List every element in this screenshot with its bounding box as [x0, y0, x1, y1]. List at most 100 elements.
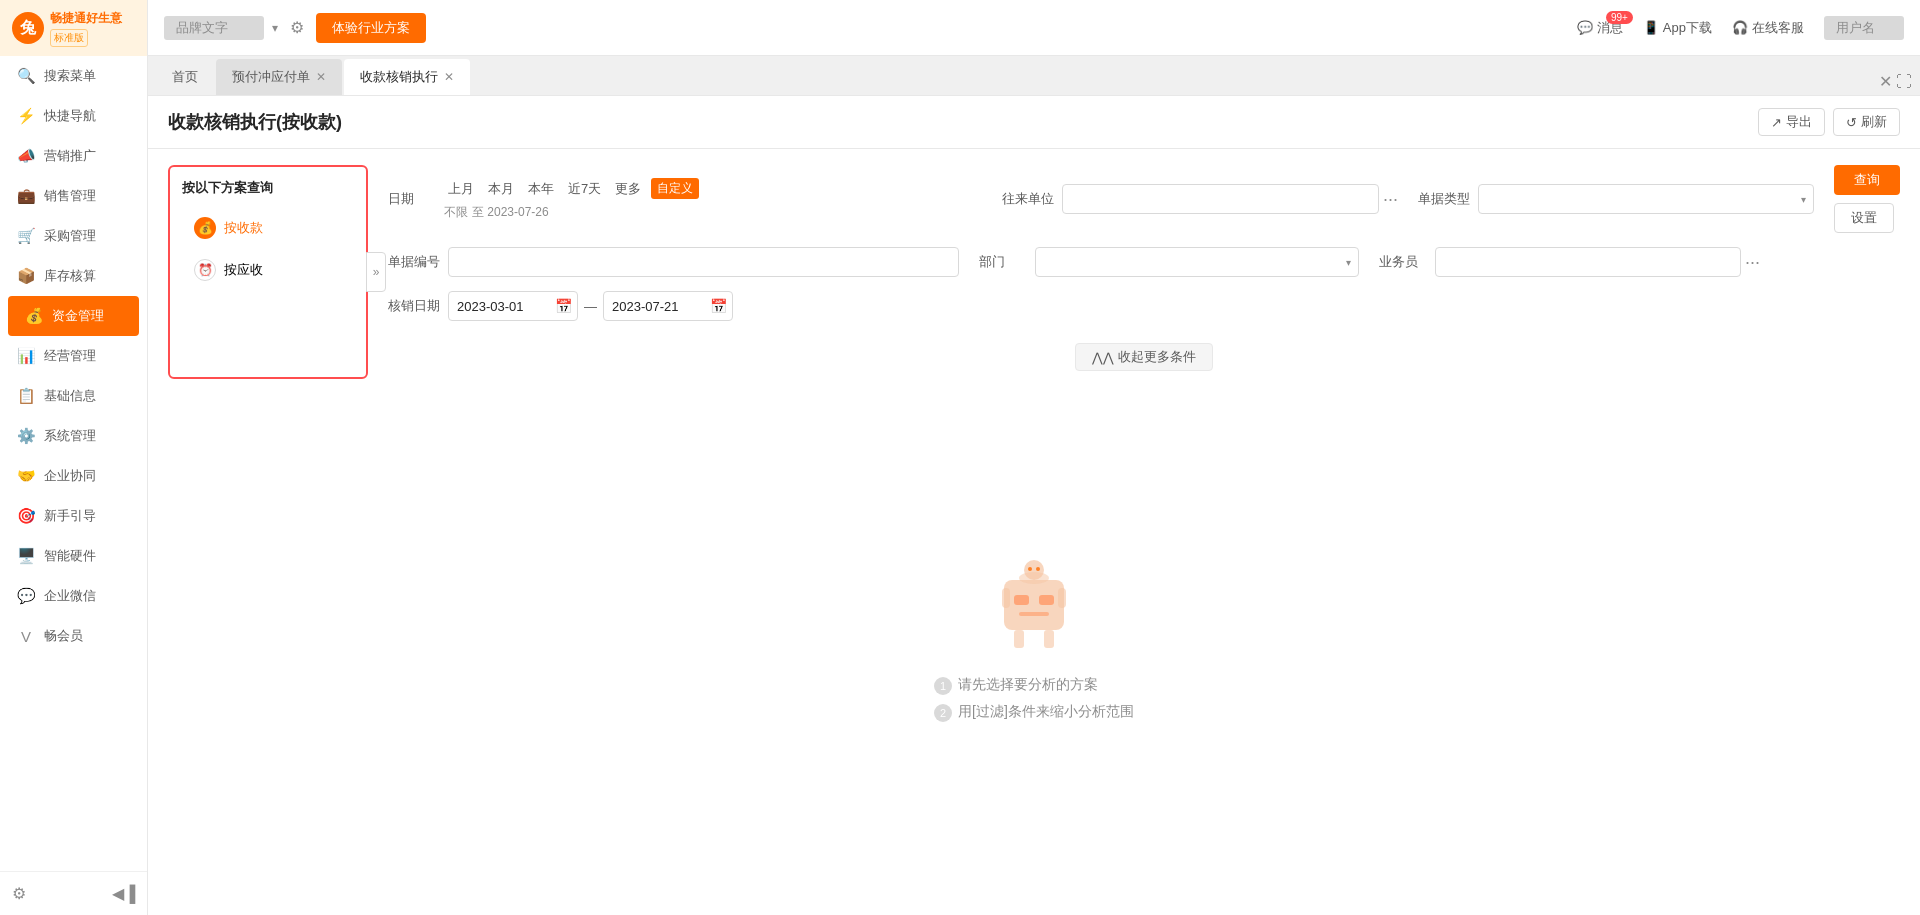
tab-close-prepay[interactable]: ✕	[316, 70, 326, 84]
export-icon: ↗	[1771, 115, 1782, 130]
sidebar-label-fund: 资金管理	[52, 307, 104, 325]
collapse-more-area: ⋀⋀ 收起更多条件	[388, 335, 1900, 379]
sidebar-item-sales[interactable]: 💼 销售管理	[0, 176, 147, 216]
svg-point-10	[1028, 567, 1032, 571]
online-service-action[interactable]: 🎧 在线客服	[1732, 19, 1804, 37]
svg-rect-7	[1044, 630, 1054, 648]
export-button[interactable]: ↗ 导出	[1758, 108, 1825, 136]
sidebar-label-quick-nav: 快捷导航	[44, 107, 96, 125]
dept-select[interactable]	[1035, 247, 1360, 277]
sidebar-label-member: 畅会员	[44, 627, 83, 645]
query-button[interactable]: 查询	[1834, 165, 1900, 195]
quick-date-自定义[interactable]: 自定义	[651, 178, 699, 199]
quick-date-本年[interactable]: 本年	[524, 178, 558, 200]
brand-chevron-icon[interactable]: ▾	[272, 21, 278, 35]
sidebar-label-sales: 销售管理	[44, 187, 96, 205]
sidebar-icon-quick-nav: ⚡	[16, 106, 36, 126]
sidebar-icon-hardware: 🖥️	[16, 546, 36, 566]
date-to-text: 至 2023-07-26	[472, 204, 549, 221]
calendar-start-icon[interactable]: 📅	[555, 298, 572, 314]
sidebar-icon-basic-info: 📋	[16, 386, 36, 406]
staff-dots-icon[interactable]: ···	[1745, 252, 1760, 273]
verify-date-group: 📅 — 📅	[448, 291, 733, 321]
close-tab-btn[interactable]: ✕	[1879, 72, 1892, 91]
logo-text: 畅捷通好生意 标准版	[50, 10, 122, 47]
empty-illustration	[974, 540, 1094, 660]
sidebar-item-system[interactable]: ⚙️ 系统管理	[0, 416, 147, 456]
collapse-sidebar-icon[interactable]: ◀▐	[112, 884, 135, 903]
tab-home[interactable]: 首页	[156, 59, 214, 95]
sidebar-icon-marketing: 📣	[16, 146, 36, 166]
sidebar-label-purchase: 采购管理	[44, 227, 96, 245]
settings-icon[interactable]: ⚙	[12, 884, 26, 903]
counterpart-dots-icon[interactable]: ···	[1383, 189, 1398, 210]
calendar-end-icon[interactable]: 📅	[710, 298, 727, 314]
sidebar-item-search[interactable]: 🔍 搜索菜单	[0, 56, 147, 96]
sidebar-item-marketing[interactable]: 📣 营销推广	[0, 136, 147, 176]
solution-button[interactable]: 体验行业方案	[316, 13, 426, 43]
sidebar-item-hardware[interactable]: 🖥️ 智能硬件	[0, 536, 147, 576]
quick-date-本月[interactable]: 本月	[484, 178, 518, 200]
refresh-icon: ↺	[1846, 115, 1857, 130]
verify-date-field: 核销日期 📅 — 📅	[388, 291, 1027, 321]
svg-rect-2	[1039, 595, 1054, 605]
sidebar-item-quick-nav[interactable]: ⚡ 快捷导航	[0, 96, 147, 136]
filter-option-by-receivable[interactable]: ⏰ 按应收	[182, 251, 354, 289]
sidebar-label-guide: 新手引导	[44, 507, 96, 525]
quick-date-更多[interactable]: 更多	[611, 178, 645, 200]
sidebar-item-operations[interactable]: 📊 经营管理	[0, 336, 147, 376]
receivable-icon: ⏰	[194, 259, 216, 281]
sidebar-item-purchase[interactable]: 🛒 采购管理	[0, 216, 147, 256]
topbar-right: 💬 消息 99+ 📱 App下载 🎧 在线客服 用户名	[1577, 16, 1904, 40]
sidebar-icon-fund: 💰	[24, 306, 44, 326]
user-info[interactable]: 用户名	[1824, 16, 1904, 40]
refresh-button[interactable]: ↺ 刷新	[1833, 108, 1900, 136]
message-action[interactable]: 💬 消息 99+	[1577, 19, 1623, 37]
page-title: 收款核销执行(按收款)	[168, 110, 342, 146]
empty-state: 1 请先选择要分析的方案 2 用[过滤]条件来缩小分析范围	[148, 395, 1920, 915]
topbar: 品牌文字 ▾ ⚙ 体验行业方案 💬 消息 99+ 📱 App下载 🎧 在线客服 …	[148, 0, 1920, 56]
sidebar-item-weixin[interactable]: 💬 企业微信	[0, 576, 147, 616]
tab-label-home: 首页	[172, 68, 198, 86]
svg-rect-1	[1014, 595, 1029, 605]
counterpart-field: 往来单位 ···	[1002, 184, 1398, 214]
svg-rect-6	[1014, 630, 1024, 648]
filter-row-2: 单据编号 部门 ▾ 业务员 ···	[388, 247, 1900, 277]
setting-button[interactable]: 设置	[1834, 203, 1894, 233]
staff-input[interactable]	[1435, 247, 1741, 277]
sidebar-nav: 🔍 搜索菜单 ⚡ 快捷导航 📣 营销推广 💼 销售管理 🛒 采购管理 📦 库存核…	[0, 56, 147, 871]
svg-rect-5	[1058, 588, 1066, 608]
sidebar-item-inventory[interactable]: 📦 库存核算	[0, 256, 147, 296]
sidebar-bottom: ⚙ ◀▐	[0, 871, 147, 915]
sidebar-label-system: 系统管理	[44, 427, 96, 445]
svg-point-11	[1036, 567, 1040, 571]
app-download-icon: 📱	[1643, 20, 1659, 35]
sidebar-label-marketing: 营销推广	[44, 147, 96, 165]
doc-no-input[interactable]	[448, 247, 959, 277]
empty-hint-1: 1 请先选择要分析的方案	[934, 676, 1134, 695]
topbar-gear-icon[interactable]: ⚙	[290, 18, 304, 37]
quick-date-上月[interactable]: 上月	[444, 178, 478, 200]
filter-collapse-btn[interactable]: »	[366, 252, 386, 292]
doc-type-select[interactable]	[1478, 184, 1814, 214]
sidebar-item-basic-info[interactable]: 📋 基础信息	[0, 376, 147, 416]
sidebar-item-enterprise[interactable]: 🤝 企业协同	[0, 456, 147, 496]
sidebar-item-member[interactable]: V 畅会员	[0, 616, 147, 656]
filter-option-by-receipt[interactable]: 💰 按收款	[182, 209, 354, 247]
expand-tab-btn[interactable]: ⛶	[1896, 73, 1912, 91]
sidebar-item-fund[interactable]: 💰 资金管理	[8, 296, 139, 336]
collapse-more-button[interactable]: ⋀⋀ 收起更多条件	[1075, 343, 1213, 371]
filter-form: 日期 上月本月本年近7天更多自定义 不限 至 2023-07-26 往来单位 ·…	[388, 165, 1900, 379]
tab-prepay[interactable]: 预付冲应付单✕	[216, 59, 342, 95]
tab-close-receipt[interactable]: ✕	[444, 70, 454, 84]
svg-rect-0	[1004, 580, 1064, 630]
doc-type-field: 单据类型 ▾	[1418, 184, 1814, 214]
tab-label-receipt: 收款核销执行	[360, 68, 438, 86]
counterpart-input[interactable]	[1062, 184, 1379, 214]
tab-receipt[interactable]: 收款核销执行 ✕	[344, 59, 470, 95]
sidebar-icon-guide: 🎯	[16, 506, 36, 526]
app-download-action[interactable]: 📱 App下载	[1643, 19, 1712, 37]
sidebar-item-guide[interactable]: 🎯 新手引导	[0, 496, 147, 536]
collapse-up-icon: ⋀⋀	[1092, 350, 1114, 365]
quick-date-近7天[interactable]: 近7天	[564, 178, 605, 200]
